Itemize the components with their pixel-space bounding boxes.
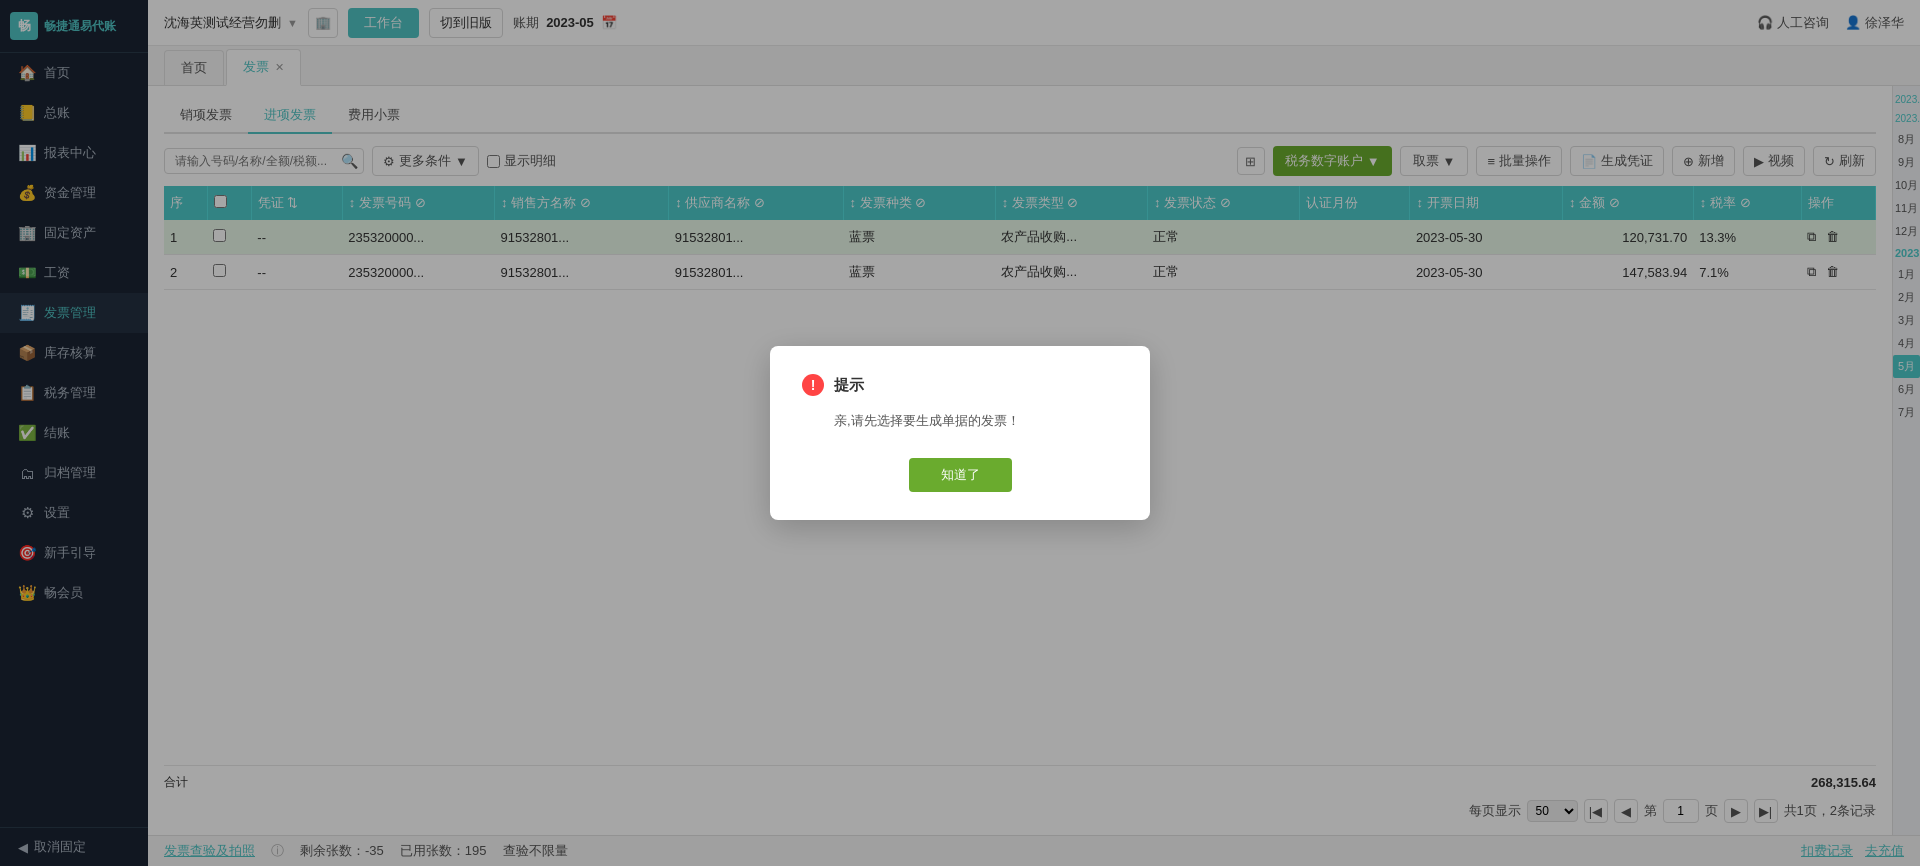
modal-message: 亲,请先选择要生成单据的发票！ xyxy=(834,413,1020,428)
modal-footer: 知道了 xyxy=(802,458,1118,492)
modal-overlay[interactable]: ! 提示 亲,请先选择要生成单据的发票！ 知道了 xyxy=(0,0,1920,866)
modal-title: 提示 xyxy=(834,376,864,395)
modal-body: 亲,请先选择要生成单据的发票！ xyxy=(802,412,1118,430)
modal-dialog: ! 提示 亲,请先选择要生成单据的发票！ 知道了 xyxy=(770,346,1150,520)
modal-header: ! 提示 xyxy=(802,374,1118,396)
modal-warning-icon: ! xyxy=(802,374,824,396)
modal-confirm-button[interactable]: 知道了 xyxy=(909,458,1012,492)
